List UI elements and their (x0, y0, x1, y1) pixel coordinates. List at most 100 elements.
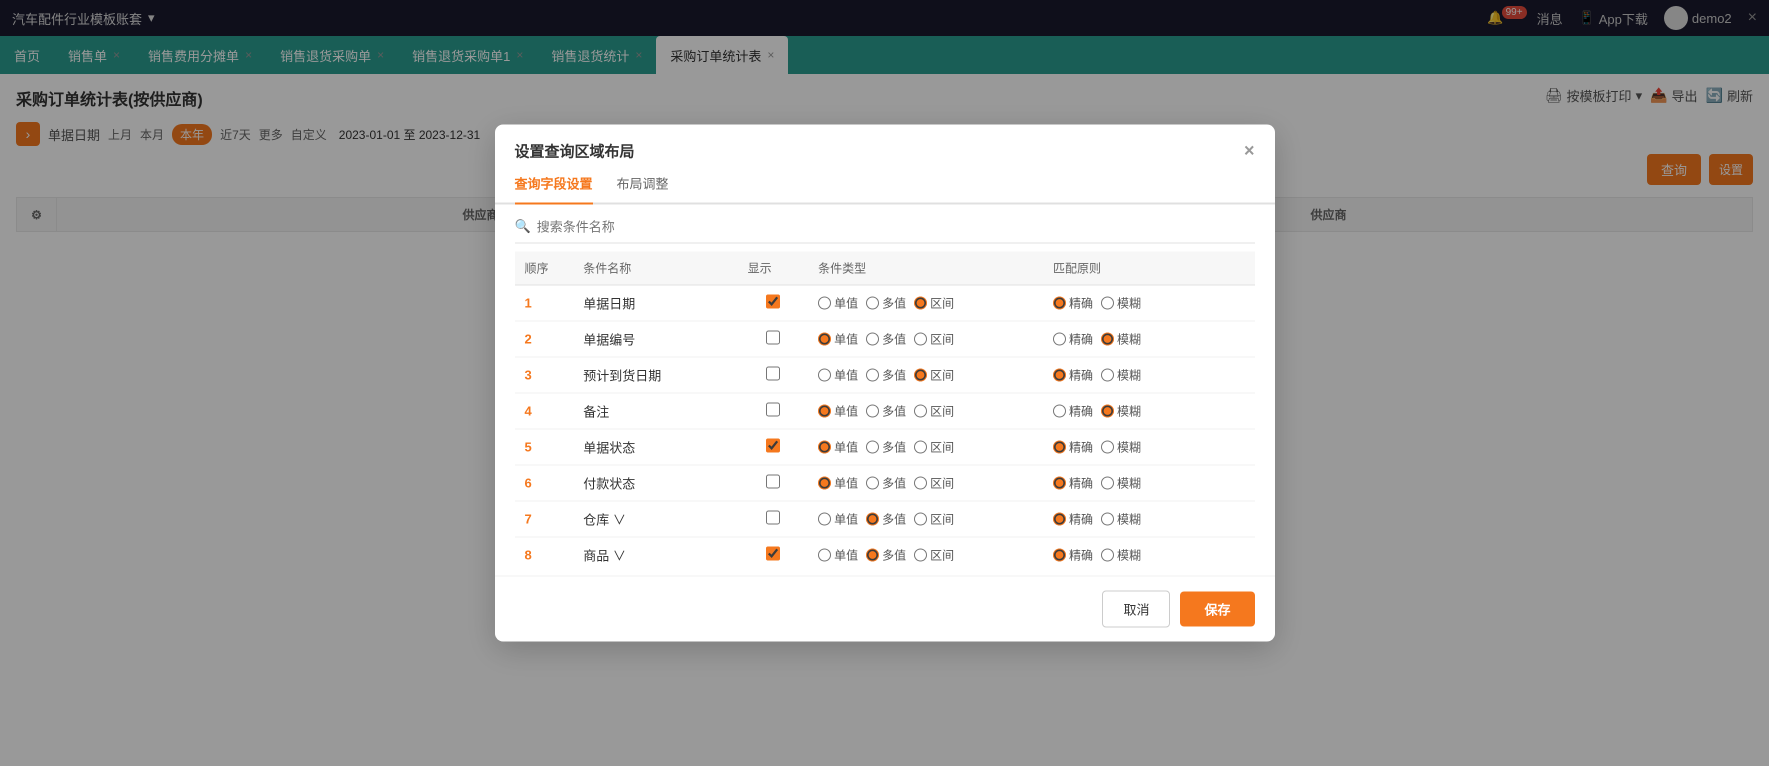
match-radio-6-1[interactable] (1101, 513, 1114, 526)
cell-show-4 (738, 429, 808, 465)
match-radio-5-0[interactable] (1053, 477, 1066, 490)
type-label-0-1[interactable]: 多值 (866, 295, 906, 312)
cell-name-3: 备注 (573, 393, 737, 429)
type-radio-1-1[interactable] (866, 333, 879, 346)
match-label-5-1[interactable]: 模糊 (1101, 475, 1141, 492)
match-label-5-0[interactable]: 精确 (1053, 475, 1093, 492)
show-checkbox-1[interactable] (766, 331, 780, 345)
type-radio-0-2[interactable] (914, 297, 927, 310)
modal-tab-query-fields[interactable]: 查询字段设置 (515, 174, 593, 205)
type-radio-1-0[interactable] (818, 333, 831, 346)
type-label-5-2[interactable]: 区间 (914, 475, 954, 492)
type-radio-4-2[interactable] (914, 441, 927, 454)
match-label-0-1[interactable]: 模糊 (1101, 295, 1141, 312)
match-radio-0-0[interactable] (1053, 297, 1066, 310)
type-label-6-0[interactable]: 单值 (818, 511, 858, 528)
show-checkbox-6[interactable] (766, 511, 780, 525)
type-radio-4-1[interactable] (866, 441, 879, 454)
type-label-1-2[interactable]: 区间 (914, 331, 954, 348)
type-radio-2-0[interactable] (818, 369, 831, 382)
type-label-7-2[interactable]: 区间 (914, 547, 954, 562)
match-radio-3-1[interactable] (1101, 405, 1114, 418)
type-label-1-0[interactable]: 单值 (818, 331, 858, 348)
type-label-0-2[interactable]: 区间 (914, 295, 954, 312)
type-radio-4-0[interactable] (818, 441, 831, 454)
type-label-5-1[interactable]: 多值 (866, 475, 906, 492)
col-header-show: 显示 (738, 252, 808, 286)
match-label-4-0[interactable]: 精确 (1053, 439, 1093, 456)
match-radio-1-0[interactable] (1053, 333, 1066, 346)
match-label-1-0[interactable]: 精确 (1053, 331, 1093, 348)
type-text-2-0: 单值 (834, 367, 858, 384)
modal-close-button[interactable]: × (1244, 141, 1255, 162)
match-radio-5-1[interactable] (1101, 477, 1114, 490)
type-label-3-1[interactable]: 多值 (866, 403, 906, 420)
type-radio-6-0[interactable] (818, 513, 831, 526)
type-label-1-1[interactable]: 多值 (866, 331, 906, 348)
type-radio-0-1[interactable] (866, 297, 879, 310)
type-radio-6-1[interactable] (866, 513, 879, 526)
show-checkbox-3[interactable] (766, 403, 780, 417)
match-label-3-0[interactable]: 精确 (1053, 403, 1093, 420)
type-radio-3-1[interactable] (866, 405, 879, 418)
type-label-0-0[interactable]: 单值 (818, 295, 858, 312)
type-label-4-0[interactable]: 单值 (818, 439, 858, 456)
type-radio-5-0[interactable] (818, 477, 831, 490)
type-label-4-1[interactable]: 多值 (866, 439, 906, 456)
match-label-6-0[interactable]: 精确 (1053, 511, 1093, 528)
show-checkbox-0[interactable] (766, 295, 780, 309)
type-radio-5-2[interactable] (914, 477, 927, 490)
match-radio-4-1[interactable] (1101, 441, 1114, 454)
type-radio-1-2[interactable] (914, 333, 927, 346)
match-radio-2-0[interactable] (1053, 369, 1066, 382)
type-radio-7-1[interactable] (866, 549, 879, 562)
cell-type-4: 单值多值区间 (808, 429, 1043, 465)
match-label-2-1[interactable]: 模糊 (1101, 367, 1141, 384)
match-label-0-0[interactable]: 精确 (1053, 295, 1093, 312)
type-label-3-2[interactable]: 区间 (914, 403, 954, 420)
type-label-3-0[interactable]: 单值 (818, 403, 858, 420)
match-label-7-1[interactable]: 模糊 (1101, 547, 1141, 562)
type-radio-2-2[interactable] (914, 369, 927, 382)
match-radio-7-1[interactable] (1101, 549, 1114, 562)
type-label-6-2[interactable]: 区间 (914, 511, 954, 528)
type-radio-7-2[interactable] (914, 549, 927, 562)
cancel-button[interactable]: 取消 (1102, 591, 1170, 628)
type-label-2-0[interactable]: 单值 (818, 367, 858, 384)
match-label-2-0[interactable]: 精确 (1053, 367, 1093, 384)
type-label-2-2[interactable]: 区间 (914, 367, 954, 384)
match-radio-1-1[interactable] (1101, 333, 1114, 346)
type-label-7-1[interactable]: 多值 (866, 547, 906, 562)
type-radio-0-0[interactable] (818, 297, 831, 310)
type-radio-7-0[interactable] (818, 549, 831, 562)
match-radio-6-0[interactable] (1053, 513, 1066, 526)
type-label-4-2[interactable]: 区间 (914, 439, 954, 456)
match-label-4-1[interactable]: 模糊 (1101, 439, 1141, 456)
match-radio-0-1[interactable] (1101, 297, 1114, 310)
show-checkbox-7[interactable] (766, 547, 780, 561)
show-checkbox-5[interactable] (766, 475, 780, 489)
save-button[interactable]: 保存 (1180, 592, 1254, 627)
search-input[interactable] (537, 219, 1255, 234)
match-radio-4-0[interactable] (1053, 441, 1066, 454)
type-label-6-1[interactable]: 多值 (866, 511, 906, 528)
match-label-1-1[interactable]: 模糊 (1101, 331, 1141, 348)
match-radio-7-0[interactable] (1053, 549, 1066, 562)
show-checkbox-4[interactable] (766, 439, 780, 453)
cell-show-2 (738, 357, 808, 393)
type-label-2-1[interactable]: 多值 (866, 367, 906, 384)
type-radio-3-2[interactable] (914, 405, 927, 418)
type-radio-5-1[interactable] (866, 477, 879, 490)
match-radio-3-0[interactable] (1053, 405, 1066, 418)
type-label-5-0[interactable]: 单值 (818, 475, 858, 492)
modal-tab-layout[interactable]: 布局调整 (617, 174, 669, 205)
match-label-7-0[interactable]: 精确 (1053, 547, 1093, 562)
type-radio-3-0[interactable] (818, 405, 831, 418)
type-radio-6-2[interactable] (914, 513, 927, 526)
show-checkbox-2[interactable] (766, 367, 780, 381)
type-label-7-0[interactable]: 单值 (818, 547, 858, 562)
match-label-6-1[interactable]: 模糊 (1101, 511, 1141, 528)
type-radio-2-1[interactable] (866, 369, 879, 382)
match-radio-2-1[interactable] (1101, 369, 1114, 382)
match-label-3-1[interactable]: 模糊 (1101, 403, 1141, 420)
